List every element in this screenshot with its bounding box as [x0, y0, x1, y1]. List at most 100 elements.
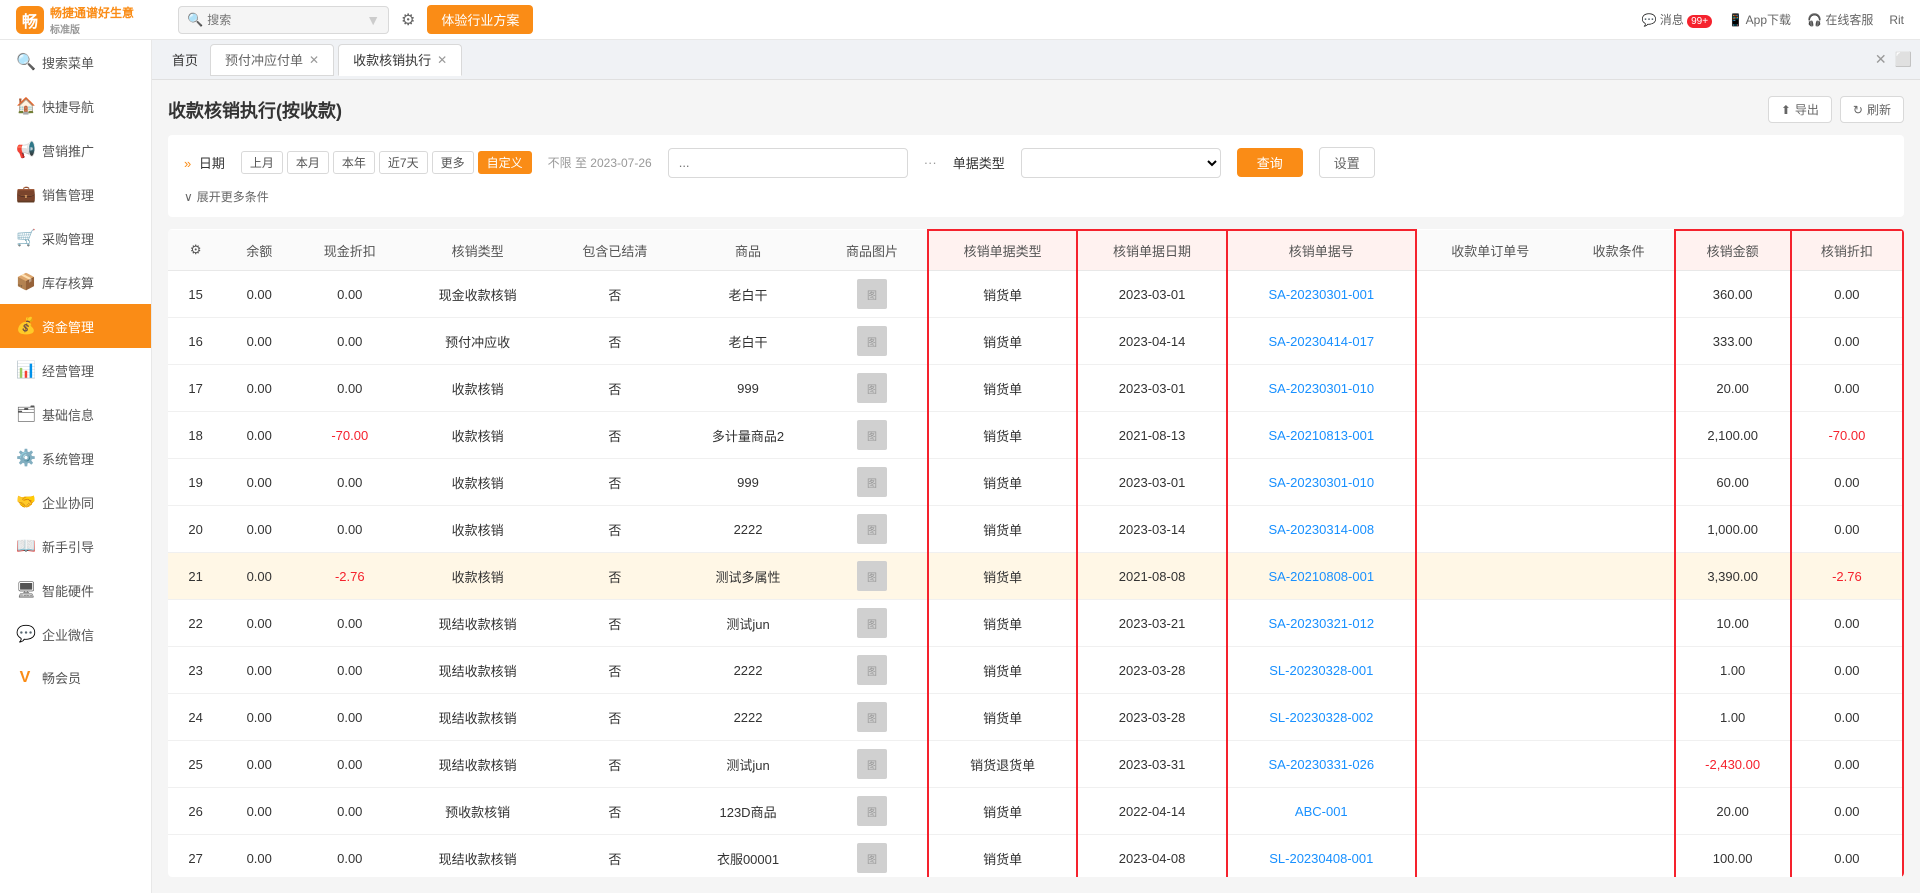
cell-verify-no[interactable]: SA-20230321-012 — [1227, 600, 1416, 647]
sidebar-item-capital[interactable]: 💰 资金管理 — [0, 304, 151, 348]
origin-unit-dots: ··· — [924, 155, 937, 170]
cell-goods-img: 图 — [817, 271, 928, 318]
tab-home[interactable]: 首页 — [160, 50, 210, 69]
cell-seq: 24 — [168, 694, 223, 741]
cell-verify-no[interactable]: ABC-001 — [1227, 788, 1416, 835]
date-btn-this-month[interactable]: 本月 — [287, 151, 329, 174]
sidebar-item-wechat[interactable]: 💬 企业微信 — [0, 612, 151, 656]
basic-icon: 🗂 — [16, 404, 34, 424]
cell-goods-img: 图 — [817, 835, 928, 878]
tab-receipt-close[interactable]: ✕ — [437, 53, 447, 67]
date-btn-this-year[interactable]: 本年 — [333, 151, 375, 174]
cell-verify-amount: 100.00 — [1675, 835, 1791, 878]
cell-verify-date: 2021-08-13 — [1077, 412, 1226, 459]
sidebar-item-sales[interactable]: 💼 销售管理 — [0, 172, 151, 216]
message-btn[interactable]: 💬 消息 99+ — [1641, 11, 1712, 28]
cell-receipt-order-no — [1416, 788, 1564, 835]
cell-verify-amount: 360.00 — [1675, 271, 1791, 318]
expand-icon[interactable]: » — [184, 156, 191, 171]
origin-unit-input[interactable] — [668, 148, 908, 178]
trial-btn[interactable]: 体验行业方案 — [427, 5, 533, 34]
cell-verify-no[interactable]: SA-20230301-010 — [1227, 459, 1416, 506]
date-btn-7days[interactable]: 近7天 — [379, 151, 428, 174]
setting-btn[interactable]: 设置 — [1319, 147, 1375, 178]
cell-cash-discount: 0.00 — [295, 506, 404, 553]
cell-receipt-condition — [1564, 694, 1675, 741]
cell-verify-no[interactable]: SA-20230331-026 — [1227, 741, 1416, 788]
cell-verify-no[interactable]: SL-20230408-001 — [1227, 835, 1416, 878]
inventory-icon: 📦 — [16, 272, 34, 292]
sidebar-item-system[interactable]: ⚙️ 系统管理 — [0, 436, 151, 480]
cell-goods: 衣服00001 — [679, 835, 817, 878]
user-menu[interactable]: Rit — [1889, 13, 1904, 27]
cell-receipt-condition — [1564, 788, 1675, 835]
search-bar[interactable]: 🔍 ▼ — [178, 6, 389, 34]
cell-verify-no[interactable]: SA-20230301-001 — [1227, 271, 1416, 318]
cell-receipt-order-no — [1416, 647, 1564, 694]
sidebar-item-marketing[interactable]: 📢 营销推广 — [0, 128, 151, 172]
logo-text2: 标准版 — [50, 21, 134, 36]
cell-include-settled: 否 — [551, 600, 679, 647]
sidebar-item-search[interactable]: 🔍 搜索菜单 — [0, 40, 151, 84]
cell-goods: 999 — [679, 459, 817, 506]
sidebar-item-inventory[interactable]: 📦 库存核算 — [0, 260, 151, 304]
data-table: ⚙ 余额 现金折扣 核销类型 包含已结清 商品 商品图片 核销单据类型 核销单据… — [168, 229, 1904, 877]
cell-verify-no[interactable]: SL-20230328-001 — [1227, 647, 1416, 694]
sidebar-item-member[interactable]: V 畅会员 — [0, 656, 151, 699]
cell-goods-img: 图 — [817, 788, 928, 835]
tab-prepay-close[interactable]: ✕ — [309, 53, 319, 67]
table-header-row: ⚙ 余额 现金折扣 核销类型 包含已结清 商品 商品图片 核销单据类型 核销单据… — [168, 230, 1903, 271]
cell-receipt-order-no — [1416, 506, 1564, 553]
cell-verify-no[interactable]: SA-20230414-017 — [1227, 318, 1416, 365]
col-header-goods-img: 商品图片 — [817, 230, 928, 271]
sidebar-item-basic[interactable]: 🗂 基础信息 — [0, 392, 151, 436]
query-btn[interactable]: 查询 — [1237, 148, 1303, 177]
search-input[interactable] — [207, 13, 362, 27]
col-header-receipt-condition: 收款条件 — [1564, 230, 1675, 271]
gear-icon[interactable]: ⚙ — [401, 10, 415, 30]
date-btn-more[interactable]: 更多 — [432, 151, 474, 174]
cell-include-settled: 否 — [551, 412, 679, 459]
maximize-icon[interactable]: ⬜ — [1895, 51, 1912, 68]
sidebar-item-corp[interactable]: 🤝 企业协同 — [0, 480, 151, 524]
top-actions: 💬 消息 99+ 📱 App下载 🎧 在线客服 Rit — [1641, 11, 1904, 28]
cell-goods: 测试jun — [679, 741, 817, 788]
cell-verify-no[interactable]: SA-20210808-001 — [1227, 553, 1416, 600]
online-service-btn[interactable]: 🎧 在线客服 — [1807, 11, 1873, 28]
cell-receipt-order-no — [1416, 365, 1564, 412]
sidebar-item-operation[interactable]: 📊 经营管理 — [0, 348, 151, 392]
cell-cash-discount: -70.00 — [295, 412, 404, 459]
cell-receipt-order-no — [1416, 271, 1564, 318]
tab-prepay[interactable]: 预付冲应付单 ✕ — [210, 44, 334, 76]
cell-include-settled: 否 — [551, 553, 679, 600]
cell-balance: 0.00 — [223, 600, 295, 647]
cell-include-settled: 否 — [551, 271, 679, 318]
chevron-down-icon: ∨ — [184, 190, 193, 204]
cell-verify-bill-type: 销货单 — [928, 788, 1077, 835]
cell-verify-amount: 1.00 — [1675, 694, 1791, 741]
col-header-seq: ⚙ — [168, 230, 223, 271]
cell-verify-no[interactable]: SL-20230328-002 — [1227, 694, 1416, 741]
refresh-btn[interactable]: ↻ 刷新 — [1840, 96, 1904, 123]
bill-type-select[interactable] — [1021, 148, 1221, 178]
cell-verify-amount: -2,430.00 — [1675, 741, 1791, 788]
cell-seq: 22 — [168, 600, 223, 647]
cell-verify-no[interactable]: SA-20230314-008 — [1227, 506, 1416, 553]
cell-verify-no[interactable]: SA-20230301-010 — [1227, 365, 1416, 412]
sidebar-item-purchase[interactable]: 🛒 采购管理 — [0, 216, 151, 260]
sidebar-item-guide[interactable]: 📖 新手引导 — [0, 524, 151, 568]
cell-verify-amount: 60.00 — [1675, 459, 1791, 506]
sidebar-item-quicknav[interactable]: 🏠 快捷导航 — [0, 84, 151, 128]
cell-verify-no[interactable]: SA-20210813-001 — [1227, 412, 1416, 459]
cell-cash-discount: 0.00 — [295, 365, 404, 412]
tab-receipt[interactable]: 收款核销执行 ✕ — [338, 44, 462, 76]
app-download-btn[interactable]: 📱 App下载 — [1728, 11, 1791, 28]
sidebar-item-hardware[interactable]: 🖥 智能硬件 — [0, 568, 151, 612]
expand-more-btn[interactable]: ∨ 展开更多条件 — [184, 188, 269, 205]
date-btn-last-month[interactable]: 上月 — [241, 151, 283, 174]
close-tab-icon[interactable]: ✕ — [1875, 51, 1887, 68]
export-btn[interactable]: ⬆ 导出 — [1768, 96, 1832, 123]
date-btn-custom[interactable]: 自定义 — [478, 151, 532, 174]
cell-verify-type: 收款核销 — [404, 459, 551, 506]
page-actions: ⬆ 导出 ↻ 刷新 — [1768, 96, 1904, 123]
